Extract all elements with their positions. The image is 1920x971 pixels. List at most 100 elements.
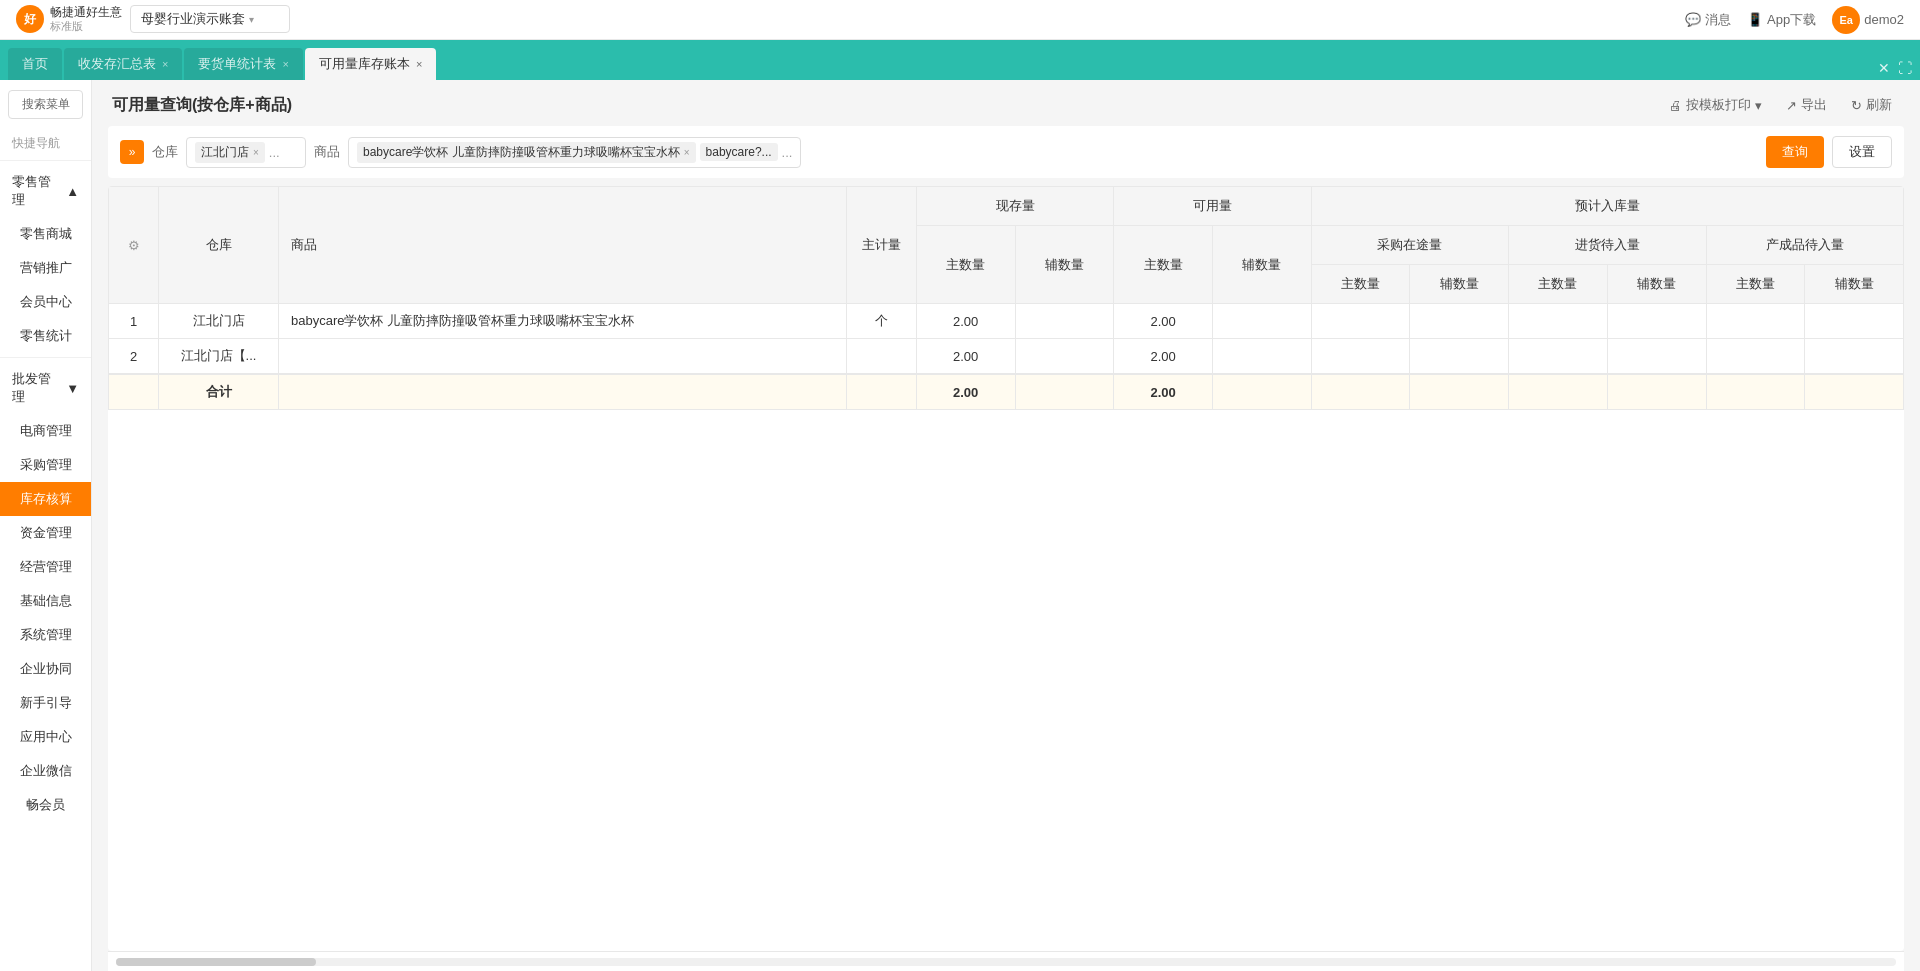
product-filter-field[interactable]: babycare学饮杯 儿童防摔防撞吸管杯重力球吸嘴杯宝宝水杯 × babyca…: [348, 137, 801, 168]
th-avail-aux: 辅数量: [1212, 226, 1311, 304]
sidebar-finance-label: 资金管理: [20, 525, 72, 540]
sidebar-item-member-center[interactable]: 会员中心: [0, 285, 91, 319]
logo-sub: 标准版: [50, 19, 122, 34]
tab-available-stock-close[interactable]: ×: [416, 58, 422, 70]
store-selector[interactable]: 母婴行业演示账套 ▾: [130, 5, 290, 33]
sidebar-item-batch-mgmt[interactable]: 批发管理 ▼: [0, 362, 91, 414]
sidebar-enterprise-collab-label: 企业协同: [20, 661, 72, 676]
filter-expand-button[interactable]: »: [120, 140, 144, 164]
top-bar-right: 💬 消息 📱 App下载 Ea demo2: [1685, 6, 1904, 34]
table-settings-icon[interactable]: ⚙: [128, 238, 140, 253]
total-empty-1: [109, 374, 159, 410]
th-product: 商品: [279, 187, 847, 304]
refresh-icon: ↻: [1851, 98, 1862, 113]
refresh-label: 刷新: [1866, 96, 1892, 114]
top-bar-left: 好 畅捷通好生意 标准版 母婴行业演示账套 ▾: [16, 5, 290, 34]
total-label: 合计: [159, 374, 279, 410]
sidebar-item-retail-stats[interactable]: 零售统计: [0, 319, 91, 353]
scrollbar-track[interactable]: [116, 958, 1896, 966]
tab-receipt-summary[interactable]: 收发存汇总表 ×: [64, 48, 182, 80]
sidebar-item-basic-info[interactable]: 基础信息: [0, 584, 91, 618]
user-area[interactable]: Ea demo2: [1832, 6, 1904, 34]
row2-inbound-main: [1509, 339, 1608, 375]
sidebar-item-system[interactable]: 系统管理: [0, 618, 91, 652]
product-more-indicator[interactable]: ...: [782, 145, 793, 160]
tab-order-stats-label: 要货单统计表: [198, 55, 276, 73]
total-avail-aux: [1212, 374, 1311, 410]
th-purchase-aux: 辅数量: [1410, 265, 1509, 304]
sidebar-retail-mall-label: 零售商城: [20, 226, 72, 241]
row1-stock-main: 2.00: [916, 304, 1015, 339]
sidebar-item-ecommerce[interactable]: 电商管理: [0, 414, 91, 448]
row1-avail-aux: [1212, 304, 1311, 339]
sidebar-operations-label: 经营管理: [20, 559, 72, 574]
arrow-down-icon: ▼: [66, 381, 79, 396]
sidebar-item-vip-member[interactable]: 畅会员: [0, 788, 91, 822]
warehouse-tag: 江北门店 ×: [195, 142, 265, 163]
sidebar-item-enterprise-wechat[interactable]: 企业微信: [0, 754, 91, 788]
row2-warehouse: 江北门店【...: [159, 339, 279, 375]
sidebar-item-retail-mall[interactable]: 零售商城: [0, 217, 91, 251]
scrollbar-thumb[interactable]: [116, 958, 316, 966]
row2-seq: 2: [109, 339, 159, 375]
sidebar-divider-1: [0, 160, 91, 161]
tab-order-stats[interactable]: 要货单统计表 ×: [184, 48, 302, 80]
tab-available-stock[interactable]: 可用量库存账本 ×: [305, 48, 436, 80]
sidebar-batch-mgmt-label: 批发管理: [12, 370, 62, 406]
tab-receipt-summary-close[interactable]: ×: [162, 58, 168, 70]
total-production-main: [1706, 374, 1805, 410]
message-label: 消息: [1705, 11, 1731, 29]
message-button[interactable]: 💬 消息: [1685, 11, 1731, 29]
quick-nav-label: 快捷导航: [0, 129, 91, 156]
total-inbound-main: [1509, 374, 1608, 410]
close-all-icon[interactable]: ✕: [1878, 60, 1890, 76]
th-avail-main: 主数量: [1114, 226, 1213, 304]
th-production-aux: 辅数量: [1805, 265, 1904, 304]
query-button[interactable]: 查询: [1766, 136, 1824, 168]
expand-icon[interactable]: ⛶: [1898, 60, 1912, 76]
row2-purchase-main: [1311, 339, 1410, 375]
sidebar-search-area: 搜索菜单: [0, 80, 91, 129]
sidebar-item-finance[interactable]: 资金管理: [0, 516, 91, 550]
refresh-button[interactable]: ↻ 刷新: [1843, 92, 1900, 118]
sidebar-item-operations[interactable]: 经营管理: [0, 550, 91, 584]
row1-inbound-main: [1509, 304, 1608, 339]
sidebar-divider-2: [0, 357, 91, 358]
app-download-button[interactable]: 📱 App下载: [1747, 11, 1816, 29]
sidebar-ecommerce-label: 电商管理: [20, 423, 72, 438]
sidebar-item-retail-mgmt[interactable]: 零售管理 ▲: [0, 165, 91, 217]
th-purchase-main: 主数量: [1311, 265, 1410, 304]
sidebar-item-inventory-check[interactable]: 库存核算: [0, 482, 91, 516]
product-tag-1: babycare学饮杯 儿童防摔防撞吸管杯重力球吸嘴杯宝宝水杯 ×: [357, 142, 696, 163]
total-empty-2: [279, 374, 847, 410]
row1-production-aux: [1805, 304, 1904, 339]
tab-receipt-summary-label: 收发存汇总表: [78, 55, 156, 73]
product-tag-1-close[interactable]: ×: [684, 147, 690, 158]
warehouse-filter-field[interactable]: 江北门店 × ...: [186, 137, 306, 168]
total-purchase-aux: [1410, 374, 1509, 410]
export-button[interactable]: ↗ 导出: [1778, 92, 1835, 118]
export-label: 导出: [1801, 96, 1827, 114]
th-main-unit: 主计量: [846, 187, 916, 304]
sidebar-item-app-center[interactable]: 应用中心: [0, 720, 91, 754]
sidebar-app-center-label: 应用中心: [20, 729, 72, 744]
row1-seq: 1: [109, 304, 159, 339]
th-inbound-aux: 辅数量: [1607, 265, 1706, 304]
sidebar-item-purchase[interactable]: 采购管理: [0, 448, 91, 482]
print-button[interactable]: 🖨 按模板打印 ▾: [1661, 92, 1770, 118]
warehouse-more-indicator[interactable]: ...: [269, 145, 280, 160]
sidebar-item-newbie-guide[interactable]: 新手引导: [0, 686, 91, 720]
sidebar-item-marketing[interactable]: 营销推广: [0, 251, 91, 285]
row2-product: [279, 339, 847, 375]
row1-purchase-main: [1311, 304, 1410, 339]
tab-order-stats-close[interactable]: ×: [282, 58, 288, 70]
th-inbound-main: 主数量: [1509, 265, 1608, 304]
sidebar-item-enterprise-collab[interactable]: 企业协同: [0, 652, 91, 686]
th-stock-main: 主数量: [916, 226, 1015, 304]
search-menu-button[interactable]: 搜索菜单: [8, 90, 83, 119]
tab-home[interactable]: 首页: [8, 48, 62, 80]
settings-button[interactable]: 设置: [1832, 136, 1892, 168]
store-name: 母婴行业演示账套: [141, 10, 245, 28]
th-purchase-transit: 采购在途量: [1311, 226, 1508, 265]
warehouse-tag-close[interactable]: ×: [253, 147, 259, 158]
